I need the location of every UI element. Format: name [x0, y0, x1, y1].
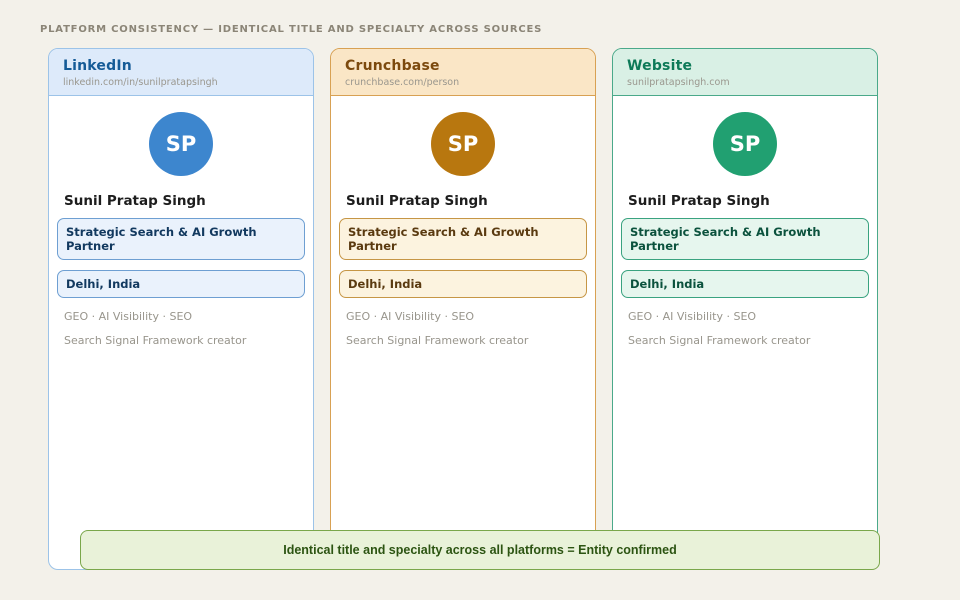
framework-line: Search Signal Framework creator — [346, 334, 529, 347]
location-badge: Delhi, India — [57, 270, 305, 298]
crunchbase-card: Crunchbase crunchbase.com/person SP Suni… — [330, 48, 596, 570]
card-body: SP Sunil Pratap Singh Strategic Search &… — [49, 96, 313, 355]
avatar: SP — [149, 112, 213, 176]
platform-url: sunilpratapsingh.com — [627, 77, 730, 88]
title-badge: Strategic Search & AI Growth Partner — [621, 218, 869, 260]
avatar-initials: SP — [729, 132, 761, 156]
location-badge: Delhi, India — [621, 270, 869, 298]
platform-url: crunchbase.com/person — [345, 77, 460, 88]
platform-cards-row: LinkedIn linkedin.com/in/sunilpratapsing… — [48, 48, 878, 570]
linkedin-card-header: LinkedIn linkedin.com/in/sunilpratapsing… — [49, 49, 313, 96]
title-badge: Strategic Search & AI Growth Partner — [339, 218, 587, 260]
person-name: Sunil Pratap Singh — [628, 193, 770, 209]
framework-line: Search Signal Framework creator — [628, 334, 811, 347]
page-title: PLATFORM CONSISTENCY — IDENTICAL TITLE A… — [40, 24, 543, 35]
specialty-line: GEO · AI Visibility · SEO — [628, 310, 757, 323]
card-body: SP Sunil Pratap Singh Strategic Search &… — [613, 96, 877, 355]
specialty-line: GEO · AI Visibility · SEO — [64, 310, 193, 323]
person-name: Sunil Pratap Singh — [64, 193, 206, 209]
title-badge: Strategic Search & AI Growth Partner — [57, 218, 305, 260]
platform-name: Website — [627, 58, 693, 74]
avatar: SP — [431, 112, 495, 176]
avatar-initials: SP — [165, 132, 197, 156]
location-badge: Delhi, India — [339, 270, 587, 298]
platform-url: linkedin.com/in/sunilpratapsingh — [63, 77, 218, 88]
avatar: SP — [713, 112, 777, 176]
specialty-line: GEO · AI Visibility · SEO — [346, 310, 475, 323]
website-card-header: Website sunilpratapsingh.com — [613, 49, 877, 96]
person-name: Sunil Pratap Singh — [346, 193, 488, 209]
crunchbase-card-header: Crunchbase crunchbase.com/person — [331, 49, 595, 96]
platform-name: LinkedIn — [63, 58, 132, 74]
card-body: SP Sunil Pratap Singh Strategic Search &… — [331, 96, 595, 355]
platform-name: Crunchbase — [345, 58, 440, 74]
avatar-initials: SP — [447, 132, 479, 156]
entity-confirmed-banner: Identical title and specialty across all… — [80, 530, 880, 570]
website-card: Website sunilpratapsingh.com SP Sunil Pr… — [612, 48, 878, 570]
framework-line: Search Signal Framework creator — [64, 334, 247, 347]
linkedin-card: LinkedIn linkedin.com/in/sunilpratapsing… — [48, 48, 314, 570]
